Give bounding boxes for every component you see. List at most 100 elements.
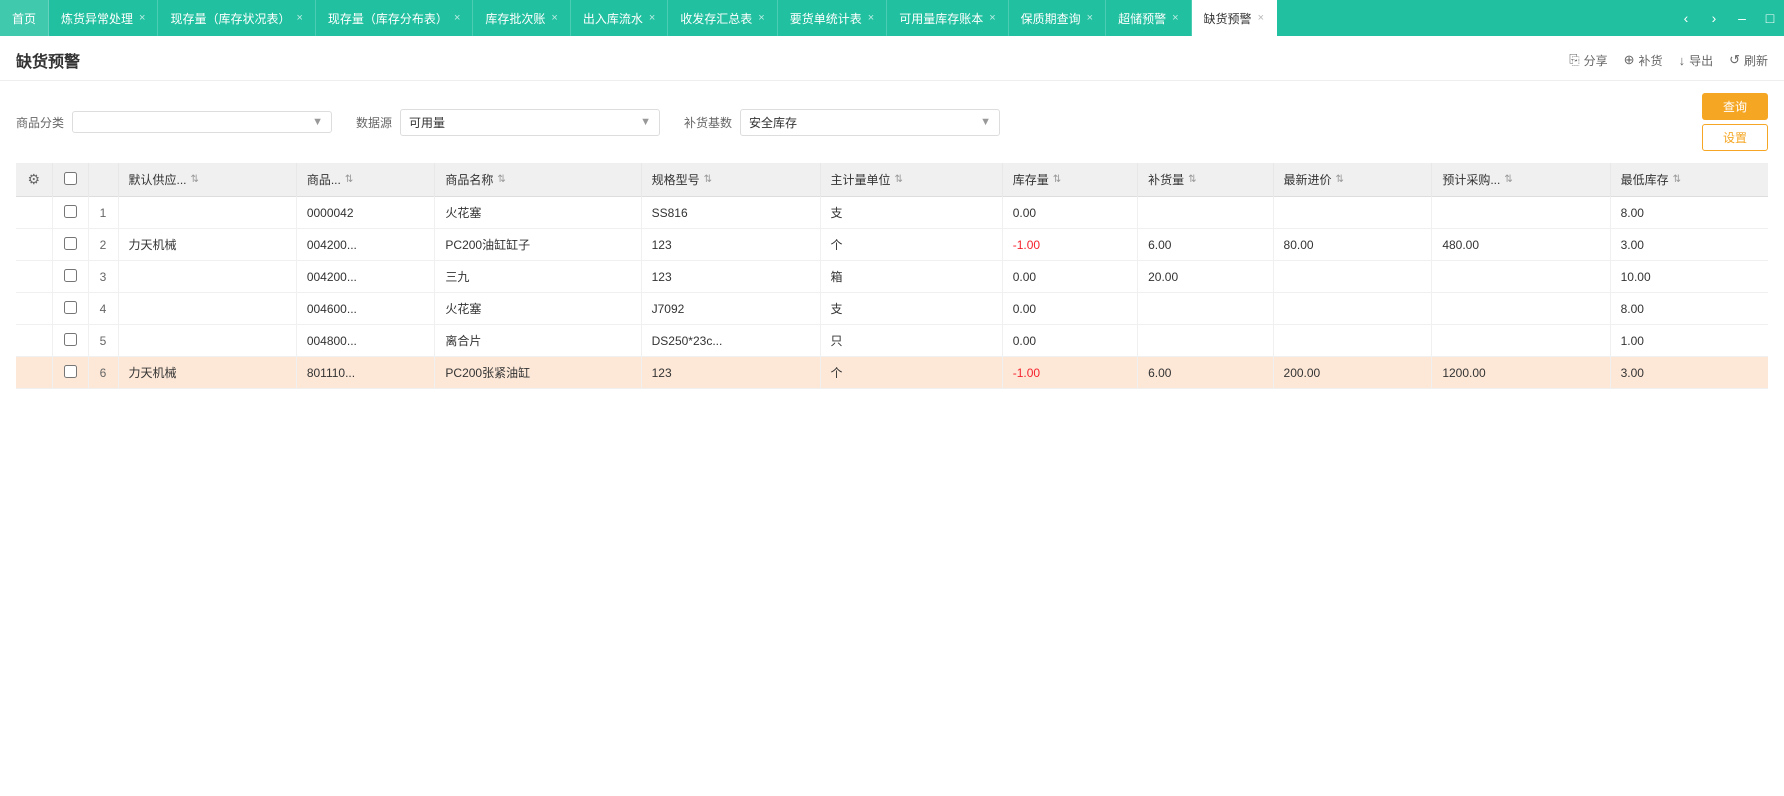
row-unit: 箱 xyxy=(820,261,1002,293)
row-min-stock: 3.00 xyxy=(1610,357,1768,389)
tab-nav-right[interactable]: › xyxy=(1700,0,1728,36)
tab-requisition[interactable]: 要货单统计表 × xyxy=(778,0,887,36)
tab-close-summary[interactable]: × xyxy=(758,12,764,24)
row-min-stock: 10.00 xyxy=(1610,261,1768,293)
page-title: 缺货预警 xyxy=(16,48,80,72)
filter-actions: 查询 设置 xyxy=(1702,93,1768,151)
tab-nav-group: ‹ › – □ xyxy=(1672,0,1784,36)
row-settings xyxy=(16,197,52,229)
row-stock-qty: 0.00 xyxy=(1002,325,1137,357)
tab-flow[interactable]: 出入库流水 × xyxy=(571,0,668,36)
latest-price-sort-icon: ⇅ xyxy=(1336,174,1344,185)
row-replenish-qty xyxy=(1138,197,1273,229)
col-latest-price: 最新进价 ⇅ xyxy=(1273,163,1432,197)
product-category-select[interactable]: ▼ xyxy=(72,111,332,133)
tab-close-stock-status[interactable]: × xyxy=(296,12,302,24)
row-settings xyxy=(16,357,52,389)
row-spec-model: DS250*23c... xyxy=(641,325,820,357)
tab-close-expiry[interactable]: × xyxy=(1087,12,1093,24)
tab-summary[interactable]: 收发存汇总表 × xyxy=(668,0,777,36)
replenish-base-value: 安全库存 xyxy=(749,114,980,131)
tab-overstock[interactable]: 超储预警 × xyxy=(1106,0,1191,36)
row-checkbox-cell xyxy=(52,261,88,293)
replenish-base-group: 补货基数 安全库存 ▼ xyxy=(684,109,1000,136)
refresh-button[interactable]: ↺ 刷新 xyxy=(1729,52,1768,69)
tab-home[interactable]: 首页 xyxy=(0,0,49,36)
tab-close-overstock[interactable]: × xyxy=(1172,12,1178,24)
row-checkbox[interactable] xyxy=(64,333,77,346)
row-checkbox[interactable] xyxy=(64,301,77,314)
row-min-stock: 8.00 xyxy=(1610,293,1768,325)
row-latest-price: 80.00 xyxy=(1273,229,1432,261)
row-product-name: PC200油缸缸子 xyxy=(435,229,641,261)
tab-close-batch[interactable]: × xyxy=(551,12,557,24)
row-latest-price: 200.00 xyxy=(1273,357,1432,389)
tab-close-refine[interactable]: × xyxy=(139,12,145,24)
col-rownum xyxy=(88,163,118,197)
row-settings xyxy=(16,229,52,261)
tab-shortage[interactable]: 缺货预警 × xyxy=(1192,0,1277,36)
min-stock-sort-icon: ⇅ xyxy=(1673,174,1681,185)
replenish-base-label: 补货基数 xyxy=(684,114,732,131)
stock-qty-sort-icon: ⇅ xyxy=(1053,174,1061,185)
replenish-base-select[interactable]: 安全库存 ▼ xyxy=(740,109,1000,136)
data-source-select[interactable]: 可用量 ▼ xyxy=(400,109,660,136)
row-latest-price xyxy=(1273,197,1432,229)
replenish-base-arrow-icon: ▼ xyxy=(980,116,991,128)
column-settings-icon[interactable]: ⚙ xyxy=(27,171,40,187)
tab-refine[interactable]: 炼货异常处理 × xyxy=(49,0,158,36)
select-all-checkbox[interactable] xyxy=(64,172,77,185)
tab-close-available[interactable]: × xyxy=(989,12,995,24)
tab-maximize[interactable]: □ xyxy=(1756,0,1784,36)
replenish-qty-sort-icon: ⇅ xyxy=(1188,174,1196,185)
export-button[interactable]: ↓ 导出 xyxy=(1679,52,1714,69)
row-estimated-purchase xyxy=(1432,197,1610,229)
tab-close-flow[interactable]: × xyxy=(649,12,655,24)
row-unit: 个 xyxy=(820,357,1002,389)
tab-close-stock-dist[interactable]: × xyxy=(454,12,460,24)
row-num: 6 xyxy=(88,357,118,389)
table-row: 1 0000042 火花塞 SS816 支 0.00 8.00 xyxy=(16,197,1768,229)
row-checkbox[interactable] xyxy=(64,205,77,218)
table-header-row: ⚙ 默认供应... ⇅ 商品... xyxy=(16,163,1768,197)
row-replenish-qty: 6.00 xyxy=(1138,357,1273,389)
tab-close-requisition[interactable]: × xyxy=(868,12,874,24)
data-source-arrow-icon: ▼ xyxy=(640,116,651,128)
replenish-button[interactable]: ⊕ 补货 xyxy=(1624,52,1663,69)
tab-minimize[interactable]: – xyxy=(1728,0,1756,36)
row-num: 5 xyxy=(88,325,118,357)
row-supplier: 力天机械 xyxy=(118,229,296,261)
table-row: 3 004200... 三九 123 箱 0.00 20.00 10.00 xyxy=(16,261,1768,293)
row-num: 2 xyxy=(88,229,118,261)
row-replenish-qty xyxy=(1138,325,1273,357)
row-spec-model: J7092 xyxy=(641,293,820,325)
tab-stock-dist[interactable]: 现存量（库存分布表） × xyxy=(316,0,473,36)
settings-button[interactable]: 设置 xyxy=(1702,124,1768,151)
row-checkbox[interactable] xyxy=(64,237,77,250)
row-num: 4 xyxy=(88,293,118,325)
filter-row: 商品分类 ▼ 数据源 可用量 ▼ 补货基数 安全库存 ▼ 查询 设置 xyxy=(0,81,1784,163)
product-category-arrow-icon: ▼ xyxy=(312,116,323,128)
share-icon: ⎘ xyxy=(1569,52,1579,68)
tab-expiry[interactable]: 保质期查询 × xyxy=(1009,0,1106,36)
tab-nav-left[interactable]: ‹ xyxy=(1672,0,1700,36)
row-product-name: 火花塞 xyxy=(435,197,641,229)
row-latest-price xyxy=(1273,293,1432,325)
share-button[interactable]: ⎘ 分享 xyxy=(1569,52,1607,69)
table-row: 5 004800... 离合片 DS250*23c... 只 0.00 1.00 xyxy=(16,325,1768,357)
tab-available[interactable]: 可用量库存账本 × xyxy=(887,0,1008,36)
tab-batch[interactable]: 库存批次账 × xyxy=(473,0,570,36)
query-button[interactable]: 查询 xyxy=(1702,93,1768,120)
row-checkbox[interactable] xyxy=(64,269,77,282)
row-settings xyxy=(16,261,52,293)
row-checkbox-cell xyxy=(52,229,88,261)
tab-stock-status[interactable]: 现存量（库存状况表） × xyxy=(158,0,315,36)
table-row: 2 力天机械 004200... PC200油缸缸子 123 个 -1.00 6… xyxy=(16,229,1768,261)
tab-close-shortage[interactable]: × xyxy=(1258,12,1264,24)
col-product-name: 商品名称 ⇅ xyxy=(435,163,641,197)
row-checkbox-cell xyxy=(52,325,88,357)
row-checkbox[interactable] xyxy=(64,365,77,378)
row-spec-model: 123 xyxy=(641,261,820,293)
row-estimated-purchase: 1200.00 xyxy=(1432,357,1610,389)
product-category-group: 商品分类 ▼ xyxy=(16,111,332,133)
